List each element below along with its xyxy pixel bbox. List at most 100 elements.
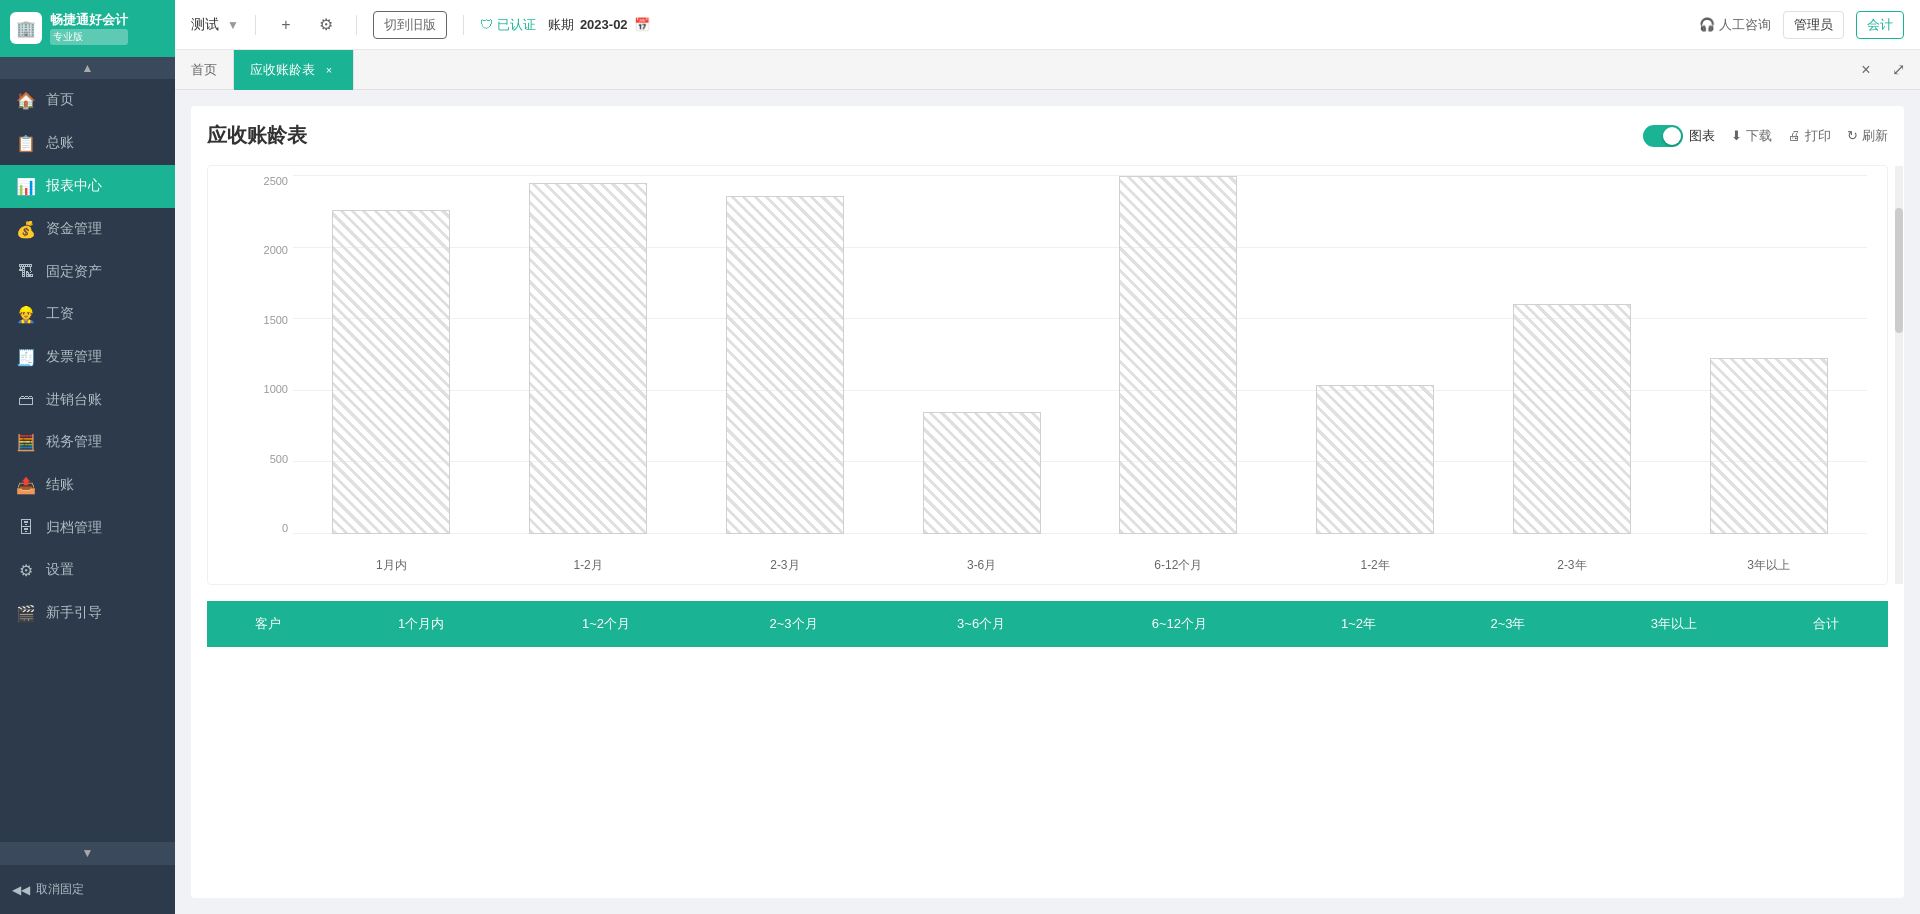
tab-home-label: 首页	[191, 61, 217, 79]
col-header-1-2m: 1~2个月	[512, 601, 700, 647]
sidebar-item-fund-mgmt[interactable]: 💰 资金管理	[0, 208, 175, 251]
workspace-selector[interactable]: 测试 ▼	[191, 16, 239, 34]
headset-icon: 🎧	[1699, 17, 1715, 32]
chart-scrollbar[interactable]	[1895, 166, 1903, 584]
report-title: 应收账龄表	[207, 122, 307, 149]
assets-icon: 🏗	[16, 263, 36, 281]
refresh-button[interactable]: ↻ 刷新	[1847, 127, 1888, 145]
home-icon: 🏠	[16, 91, 36, 110]
bar-group-2	[687, 176, 884, 534]
bar-group-0	[293, 176, 490, 534]
sidebar-item-payroll[interactable]: 👷 工资	[0, 293, 175, 336]
topbar-divider-2	[356, 15, 357, 35]
cancel-fixed-icon: ◀◀	[12, 883, 30, 897]
gear-icon: ⚙	[319, 15, 333, 34]
tabbar: 首页 应收账龄表 × × ⤢	[175, 50, 1920, 90]
chart-scrollbar-thumb[interactable]	[1895, 208, 1903, 333]
bars-container	[293, 176, 1867, 534]
sidebar-item-label: 发票管理	[46, 348, 102, 366]
cancel-fixed-button[interactable]: ◀◀ 取消固定	[0, 873, 175, 906]
bar-group-5	[1277, 176, 1474, 534]
expand-button[interactable]: ⤢	[1884, 56, 1912, 84]
chart-toggle[interactable]	[1643, 125, 1683, 147]
y-label-1500: 1500	[248, 315, 288, 326]
tab-ar-aging-label: 应收账龄表	[250, 61, 315, 79]
x-label-7: 3年以上	[1670, 557, 1867, 574]
bar-group-6	[1474, 176, 1671, 534]
chart-area: 0 500 1000 1500 2000 2500	[207, 165, 1888, 585]
x-label-6: 2-3年	[1474, 557, 1671, 574]
role-button[interactable]: 会计	[1856, 11, 1904, 39]
sidebar-item-guide[interactable]: 🎬 新手引导	[0, 592, 175, 635]
ledger-icon: 📋	[16, 134, 36, 153]
y-label-0: 0	[248, 523, 288, 534]
cancel-fixed-label: 取消固定	[36, 881, 84, 898]
sidebar-item-label: 新手引导	[46, 604, 102, 622]
invoice-icon: 🧾	[16, 348, 36, 367]
tab-ar-aging[interactable]: 应收账龄表 ×	[234, 50, 354, 90]
close-tab-button[interactable]: ×	[1852, 56, 1880, 84]
sidebar-item-reports[interactable]: 📊 报表中心	[0, 165, 175, 208]
sidebar-item-checkout[interactable]: 📤 结账	[0, 464, 175, 507]
settings-button[interactable]: ⚙	[312, 11, 340, 39]
plus-icon: +	[281, 16, 290, 34]
app-badge: 专业版	[50, 29, 128, 45]
sales-icon: 🗃	[16, 391, 36, 409]
sidebar-item-fixed-assets[interactable]: 🏗 固定资产	[0, 251, 175, 293]
close-icon: ×	[1861, 61, 1870, 79]
refresh-icon: ↻	[1847, 128, 1858, 143]
bar-group-7	[1670, 176, 1867, 534]
sidebar-item-sales-purchase[interactable]: 🗃 进销台账	[0, 379, 175, 421]
calendar-icon[interactable]: 📅	[634, 17, 650, 32]
sidebar-scroll-up[interactable]: ▲	[0, 57, 175, 79]
period-value: 2023-02	[580, 17, 628, 32]
app-name: 畅捷通好会计	[50, 12, 128, 29]
bar-3	[923, 412, 1041, 534]
y-label-1000: 1000	[248, 384, 288, 395]
y-label-2000: 2000	[248, 245, 288, 256]
x-label-5: 1-2年	[1277, 557, 1474, 574]
topbar-divider-1	[255, 15, 256, 35]
y-label-2500: 2500	[248, 176, 288, 187]
sidebar-bottom: ◀◀ 取消固定	[0, 864, 175, 914]
x-axis: 1月内1-2月2-3月3-6月6-12个月1-2年2-3年3年以上	[293, 557, 1867, 574]
expand-icon: ⤢	[1892, 60, 1905, 79]
payroll-icon: 👷	[16, 305, 36, 324]
switch-old-version-button[interactable]: 切到旧版	[373, 11, 447, 39]
service-button[interactable]: 🎧 人工咨询	[1699, 16, 1771, 34]
sidebar-item-general-ledger[interactable]: 📋 总账	[0, 122, 175, 165]
sidebar-item-label: 固定资产	[46, 263, 102, 281]
sidebar-item-home[interactable]: 🏠 首页	[0, 79, 175, 122]
x-label-3: 3-6月	[883, 557, 1080, 574]
sidebar-item-tax-mgmt[interactable]: 🧮 税务管理	[0, 421, 175, 464]
switch-old-label: 切到旧版	[384, 17, 436, 32]
topbar-divider-3	[463, 15, 464, 35]
col-header-customer: 客户	[207, 601, 330, 647]
add-button[interactable]: +	[272, 11, 300, 39]
sidebar-item-label: 税务管理	[46, 433, 102, 451]
user-button[interactable]: 管理员	[1783, 11, 1844, 39]
toggle-track[interactable]	[1643, 125, 1683, 147]
sidebar-item-invoice-mgmt[interactable]: 🧾 发票管理	[0, 336, 175, 379]
tax-icon: 🧮	[16, 433, 36, 452]
data-table: 客户 1个月内 1~2个月 2~3个月 3~6个月 6~12个月 1~2年 2~…	[207, 601, 1888, 647]
sidebar-scroll-down[interactable]: ▼	[0, 842, 175, 864]
print-button[interactable]: 🖨 打印	[1788, 127, 1831, 145]
sidebar: 🏢 畅捷通好会计 专业版 ▲ 🏠 首页 📋 总账 📊 报表中心 💰 资金管理 🏗…	[0, 0, 175, 914]
bar-0	[332, 210, 450, 534]
sidebar-logo[interactable]: 🏢 畅捷通好会计 专业版	[0, 0, 175, 57]
tab-home[interactable]: 首页	[175, 50, 234, 90]
page-content: 应收账龄表 图表 ⬇ 下载 �	[175, 90, 1920, 914]
toggle-label: 图表	[1689, 127, 1715, 145]
x-label-4: 6-12个月	[1080, 557, 1277, 574]
sidebar-item-archive-mgmt[interactable]: 🗄 归档管理	[0, 507, 175, 549]
fund-icon: 💰	[16, 220, 36, 239]
tab-close-button[interactable]: ×	[321, 62, 337, 78]
col-header-1-2y: 1~2年	[1284, 601, 1434, 647]
col-header-3y+: 3年以上	[1583, 601, 1765, 647]
download-button[interactable]: ⬇ 下载	[1731, 127, 1772, 145]
main-content: 测试 ▼ + ⚙ 切到旧版 🛡 已认证 账期 2023-02 📅 🎧 人工咨询	[175, 0, 1920, 914]
chevron-down-icon: ▼	[227, 18, 239, 32]
logo-icon: 🏢	[10, 12, 42, 44]
sidebar-item-settings[interactable]: ⚙ 设置	[0, 549, 175, 592]
